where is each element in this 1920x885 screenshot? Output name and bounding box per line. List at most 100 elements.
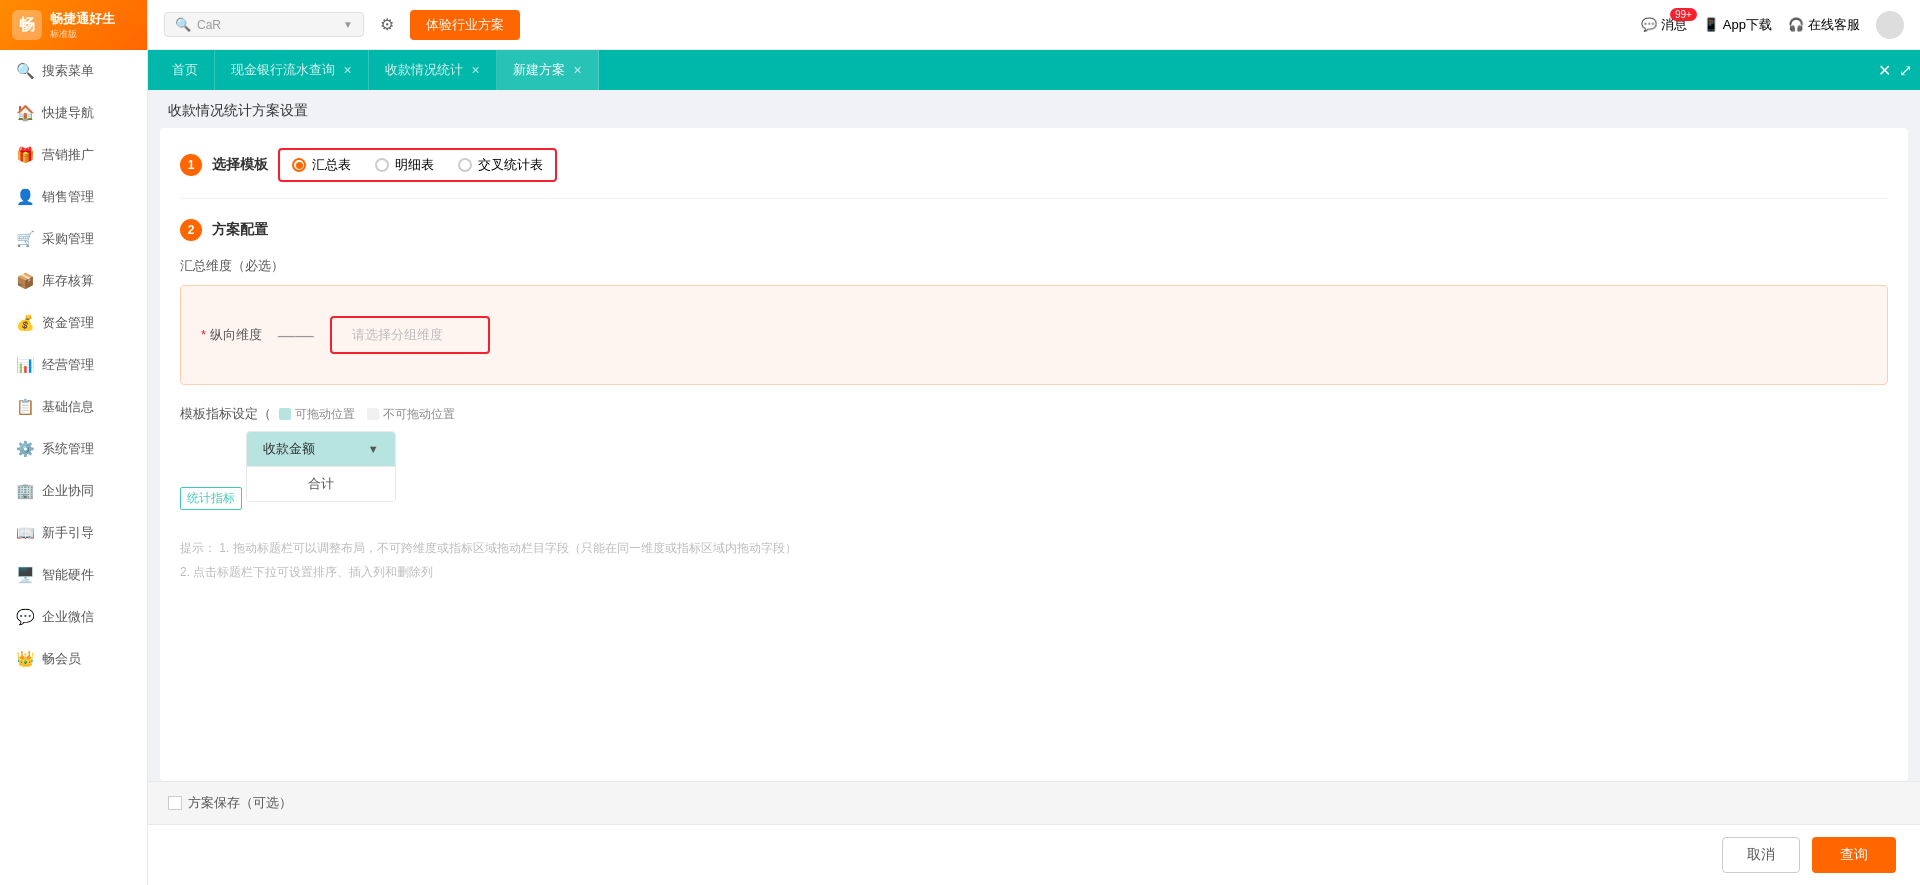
sidebar-item-purchase[interactable]: 🛒 采购管理	[0, 218, 147, 260]
radio-detail[interactable]: 明细表	[375, 156, 434, 174]
step2-header: 2 方案配置	[180, 219, 1888, 241]
expand-window-icon[interactable]: ⤢	[1899, 61, 1912, 80]
sidebar-item-label: 营销推广	[42, 146, 94, 164]
cancel-button[interactable]: 取消	[1722, 837, 1800, 873]
radio-label-summary: 汇总表	[312, 156, 351, 174]
dimension-area: 纵向维度 —— 请选择分组维度	[180, 285, 1888, 385]
sidebar-item-marketing[interactable]: 🎁 营销推广	[0, 134, 147, 176]
tab-bank-flow[interactable]: 现金银行流水查询 ✕	[215, 50, 369, 90]
message-item[interactable]: 💬 消息 99+	[1641, 16, 1687, 34]
tab-close-icon[interactable]: ✕	[471, 64, 480, 77]
finance-icon: 💰	[16, 314, 34, 332]
basic-info-icon: 📋	[16, 398, 34, 416]
search-menu-icon: 🔍	[16, 62, 34, 80]
metrics-header: 模板指标设定（ 可拖动位置 不可拖动位置	[180, 405, 1888, 423]
search-input[interactable]	[197, 18, 337, 32]
sidebar-item-weixin[interactable]: 💬 企业微信	[0, 596, 147, 638]
radio-circle-detail	[375, 158, 389, 172]
save-checkbox[interactable]	[168, 796, 182, 810]
metrics-section: 模板指标设定（ 可拖动位置 不可拖动位置	[180, 405, 1888, 516]
stats-indicator-label: 统计指标	[180, 487, 242, 510]
sidebar-item-newbie[interactable]: 📖 新手引导	[0, 512, 147, 554]
tab-close-icon[interactable]: ✕	[573, 64, 582, 77]
download-item[interactable]: 📱 App下载	[1703, 16, 1772, 34]
save-checkbox-item[interactable]: 方案保存（可选）	[168, 794, 292, 812]
sidebar-item-label: 销售管理	[42, 188, 94, 206]
service-item[interactable]: 🎧 在线客服	[1788, 16, 1860, 34]
search-icon: 🔍	[175, 17, 191, 32]
user-avatar[interactable]	[1876, 11, 1904, 39]
gear-icon[interactable]: ⚙	[380, 15, 394, 34]
sidebar-item-finance[interactable]: 💰 资金管理	[0, 302, 147, 344]
metrics-title-text: 模板指标设定（	[180, 406, 271, 421]
sidebar-item-member[interactable]: 👑 畅会员	[0, 638, 147, 680]
radio-summary[interactable]: 汇总表	[292, 156, 351, 174]
system-icon: ⚙️	[16, 440, 34, 458]
total-label: 合计	[308, 476, 334, 491]
tab-home[interactable]: 首页	[156, 50, 215, 90]
page-footer: 方案保存（可选）	[148, 781, 1920, 824]
quick-nav-icon: 🏠	[16, 104, 34, 122]
sidebar-item-basic-info[interactable]: 📋 基础信息	[0, 386, 147, 428]
template-radio-group: 汇总表 明细表 交叉统计表	[278, 148, 557, 182]
sidebar-item-label: 企业微信	[42, 608, 94, 626]
sidebar-item-label: 系统管理	[42, 440, 94, 458]
radio-cross[interactable]: 交叉统计表	[458, 156, 543, 174]
logo-text: 畅捷通好生 标准版	[50, 10, 115, 41]
sidebar-item-label: 库存核算	[42, 272, 94, 290]
radio-label-cross: 交叉统计表	[478, 156, 543, 174]
sidebar-item-sales[interactable]: 👤 销售管理	[0, 176, 147, 218]
message-badge: 99+	[1670, 8, 1697, 21]
legend-fixed: 不可拖动位置	[367, 406, 455, 423]
industry-button[interactable]: 体验行业方案	[410, 10, 520, 40]
search-box[interactable]: 🔍 ▼	[164, 12, 364, 37]
step1-badge: 1	[180, 154, 202, 176]
header-actions: 💬 消息 99+ 📱 App下载 🎧 在线客服	[1641, 11, 1904, 39]
metrics-table: 收款金额 ▼ 合计	[246, 431, 396, 502]
dimension-arrow: ——	[278, 325, 314, 346]
form-container: 1 选择模板 汇总表 明细表 交叉统计表	[160, 128, 1908, 781]
tab-new-plan[interactable]: 新建方案 ✕	[497, 50, 599, 90]
step2-title: 方案配置	[212, 221, 268, 239]
sidebar-item-inventory[interactable]: 📦 库存核算	[0, 260, 147, 302]
weixin-icon: 💬	[16, 608, 34, 626]
tab-receipt-stats[interactable]: 收款情况统计 ✕	[369, 50, 497, 90]
radio-circle-summary	[292, 158, 306, 172]
purchase-icon: 🛒	[16, 230, 34, 248]
main-area: 🔍 ▼ ⚙ 体验行业方案 💬 消息 99+ 📱 App下载 🎧 在线客服	[148, 0, 1920, 885]
top-header: 🔍 ▼ ⚙ 体验行业方案 💬 消息 99+ 📱 App下载 🎧 在线客服	[148, 0, 1920, 50]
save-checkbox-label: 方案保存（可选）	[188, 794, 292, 812]
step2-section: 2 方案配置 汇总维度（必选） 纵向维度 —— 请选择分组维度	[180, 219, 1888, 584]
sidebar-item-label: 畅会员	[42, 650, 81, 668]
service-label: 在线客服	[1808, 16, 1860, 34]
divider1	[180, 198, 1888, 199]
tab-close-icon[interactable]: ✕	[343, 64, 352, 77]
dimension-select[interactable]: 请选择分组维度	[330, 316, 490, 354]
download-label: App下载	[1723, 16, 1772, 34]
sidebar-item-system[interactable]: ⚙️ 系统管理	[0, 428, 147, 470]
sidebar-item-enterprise[interactable]: 🏢 企业协同	[0, 470, 147, 512]
sidebar-item-search-menu[interactable]: 🔍 搜索菜单	[0, 50, 147, 92]
sidebar-item-operation[interactable]: 📊 经营管理	[0, 344, 147, 386]
logo-icon: 畅	[12, 10, 42, 40]
step1-title: 选择模板	[212, 156, 268, 174]
hardware-icon: 🖥️	[16, 566, 34, 584]
legend-dot-draggable	[279, 408, 291, 420]
sidebar-item-label: 新手引导	[42, 524, 94, 542]
metrics-legend: 可拖动位置 不可拖动位置	[279, 406, 455, 423]
radio-label-detail: 明细表	[395, 156, 434, 174]
legend-dot-fixed	[367, 408, 379, 420]
download-icon: 📱	[1703, 17, 1719, 32]
hint-line1: 提示： 1. 拖动标题栏可以调整布局，不可跨维度或指标区域拖动栏目字段（只能在同…	[180, 536, 1888, 560]
dropdown-icon: ▼	[343, 19, 353, 30]
page-title: 收款情况统计方案设置	[148, 90, 1920, 128]
tab-label: 首页	[172, 61, 198, 79]
sidebar-logo: 畅 畅捷通好生 标准版	[0, 0, 147, 50]
query-button[interactable]: 查询	[1812, 837, 1896, 873]
inventory-icon: 📦	[16, 272, 34, 290]
close-window-icon[interactable]: ✕	[1878, 61, 1891, 80]
sidebar-item-hardware[interactable]: 🖥️ 智能硬件	[0, 554, 147, 596]
vertical-dimension-label: 纵向维度	[201, 326, 262, 344]
column-header-dropdown-icon[interactable]: ▼	[368, 443, 379, 455]
sidebar-item-quick-nav[interactable]: 🏠 快捷导航	[0, 92, 147, 134]
